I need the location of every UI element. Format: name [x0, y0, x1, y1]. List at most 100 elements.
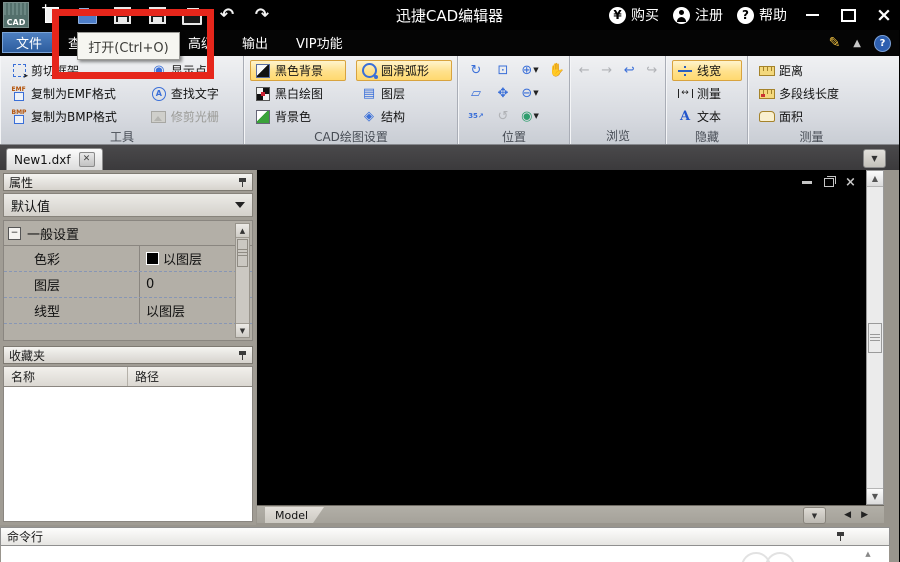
drawing-canvas[interactable]: ×: [257, 170, 866, 505]
model-tab[interactable]: Model: [265, 507, 324, 523]
print-button[interactable]: [180, 3, 204, 27]
flip-view-button[interactable]: ▱: [464, 84, 488, 104]
tab-close-button[interactable]: ✕: [79, 152, 95, 167]
trim-raster-button[interactable]: 修剪光栅: [146, 106, 238, 127]
help-button[interactable]: ? 帮助: [737, 5, 787, 25]
question-icon: ?: [737, 7, 754, 24]
zoom-extents-button[interactable]: ✥: [491, 84, 515, 104]
canvas-window-controls: ×: [800, 177, 857, 188]
scroll-down-icon[interactable]: ▼: [867, 488, 883, 504]
zoom-out-button[interactable]: ⊖▼: [518, 84, 542, 104]
pan-button[interactable]: ✋: [545, 61, 569, 81]
maximize-icon: [841, 9, 856, 22]
redo-button[interactable]: ↷: [250, 3, 274, 27]
distance-button[interactable]: 距离: [754, 60, 869, 81]
maximize-button[interactable]: [837, 4, 859, 26]
collapse-ribbon-chevron-icon[interactable]: ▲: [853, 38, 861, 49]
collapse-expander-icon[interactable]: −: [8, 227, 21, 240]
property-row-color[interactable]: 色彩 以图层: [4, 246, 252, 272]
menu-output[interactable]: 输出: [234, 32, 276, 53]
dropdown-arrow-icon: ▼: [533, 113, 538, 120]
open-file-button[interactable]: [75, 3, 99, 27]
layout-dropdown-button[interactable]: ▼: [803, 507, 826, 524]
polyline-length-button[interactable]: 多段线长度: [754, 83, 869, 104]
text-toggle-button[interactable]: A文本: [672, 106, 742, 127]
minimize-icon: [806, 14, 819, 16]
favorites-column-path[interactable]: 路径: [128, 367, 252, 386]
scrollbar-thumb[interactable]: [237, 239, 248, 267]
new-file-button[interactable]: [40, 3, 64, 27]
scroll-up-icon[interactable]: ▲: [860, 548, 876, 560]
structure-button[interactable]: ◈结构: [356, 106, 452, 127]
property-grid-scrollbar[interactable]: ▲ ▼: [235, 223, 250, 338]
menu-file[interactable]: 文件: [2, 32, 56, 53]
command-line-body[interactable]: ▲: [1, 546, 889, 562]
minimize-button[interactable]: [801, 4, 823, 26]
favorites-list[interactable]: [3, 387, 253, 522]
smooth-arc-button[interactable]: 圆滑弧形: [356, 60, 452, 81]
canvas-minimize-button[interactable]: [800, 177, 813, 188]
black-background-button[interactable]: 黑色背景: [250, 60, 346, 81]
previous-view-button[interactable]: ↩: [621, 61, 638, 81]
refresh-button[interactable]: ↺: [491, 107, 515, 127]
scroll-left-icon[interactable]: ◀: [844, 510, 851, 520]
next-view-button[interactable]: ↪: [644, 61, 661, 81]
show-points-button[interactable]: ◉显示点: [146, 60, 238, 81]
left-panel: 属性 默认值 − 一般设置 色彩 以图层 图层 0 线型 以图层: [0, 170, 256, 525]
crop-frame-button[interactable]: 剪切框架: [6, 60, 136, 81]
register-button[interactable]: 注册: [673, 5, 723, 25]
tab-list-dropdown-button[interactable]: ▼: [863, 149, 886, 168]
help-circle-icon[interactable]: ?: [874, 35, 891, 52]
line-width-button[interactable]: 线宽: [672, 60, 742, 81]
edit-pencil-icon[interactable]: ✎: [829, 35, 841, 51]
property-row-layer[interactable]: 图层 0: [4, 272, 252, 298]
buy-button[interactable]: ¥ 购买: [609, 5, 659, 25]
zoom-window-button[interactable]: ⊡: [491, 61, 515, 81]
scroll-up-icon[interactable]: ▲: [236, 224, 249, 238]
property-row-linetype[interactable]: 线型 以图层: [4, 298, 252, 324]
ribbon-group-browse: ← → ↩ ↪ 浏览: [570, 56, 666, 144]
pin-icon[interactable]: [238, 350, 247, 361]
zoom-in-button[interactable]: ⊕▼: [518, 61, 542, 81]
pin-icon[interactable]: [238, 177, 247, 188]
pin-icon[interactable]: [836, 531, 845, 542]
refresh-icon: ↺: [498, 110, 509, 123]
find-text-button[interactable]: A查找文字: [146, 83, 238, 104]
scale-35-button[interactable]: 35↗: [464, 107, 488, 127]
scroll-down-icon[interactable]: ▼: [236, 323, 249, 337]
background-color-button[interactable]: 背景色: [250, 106, 346, 127]
scroll-right-icon[interactable]: ▶: [861, 510, 868, 520]
back-button[interactable]: ←: [576, 61, 593, 81]
canvas-restore-button[interactable]: [822, 177, 835, 188]
undo-button[interactable]: ↶: [215, 3, 239, 27]
copy-bmp-button[interactable]: 复制为BMP格式: [6, 106, 136, 127]
save-button[interactable]: [110, 3, 134, 27]
scrollbar-thumb[interactable]: [868, 323, 882, 353]
property-section-row[interactable]: − 一般设置: [4, 221, 252, 246]
layers-button[interactable]: ▤图层: [356, 83, 452, 104]
area-icon: [759, 111, 775, 122]
menu-vip[interactable]: VIP功能: [288, 32, 351, 53]
bw-drawing-button[interactable]: 黑白绘图: [250, 83, 346, 104]
restore-icon: [824, 178, 834, 187]
zoom-out-icon: ⊖: [521, 87, 532, 100]
property-value: 以图层: [146, 301, 185, 320]
save-as-button[interactable]: [145, 3, 169, 27]
forward-button[interactable]: →: [599, 61, 616, 81]
black-background-icon: [256, 64, 270, 78]
menu-advanced[interactable]: 高级: [180, 32, 222, 53]
document-tab[interactable]: New1.dxf ✕: [6, 148, 103, 170]
close-button[interactable]: ×: [873, 4, 895, 26]
canvas-close-button[interactable]: ×: [844, 177, 857, 188]
zoom-selection-button[interactable]: ◉▼: [518, 107, 542, 127]
rotate-view-button[interactable]: ↻: [464, 61, 488, 81]
copy-emf-button[interactable]: 复制为EMF格式: [6, 83, 136, 104]
canvas-vertical-scrollbar[interactable]: ▲ ▼: [866, 170, 884, 505]
area-button[interactable]: 面积: [754, 106, 869, 127]
save-icon: [114, 7, 131, 24]
ribbon: 剪切框架 复制为EMF格式 复制为BMP格式 ◉显示点 A查找文字 修剪光栅 工…: [0, 56, 899, 145]
measure-toggle-button[interactable]: ↔测量: [672, 83, 742, 104]
preset-combobox[interactable]: 默认值: [3, 193, 253, 217]
scroll-up-icon[interactable]: ▲: [867, 171, 883, 187]
favorites-column-name[interactable]: 名称: [4, 367, 128, 386]
